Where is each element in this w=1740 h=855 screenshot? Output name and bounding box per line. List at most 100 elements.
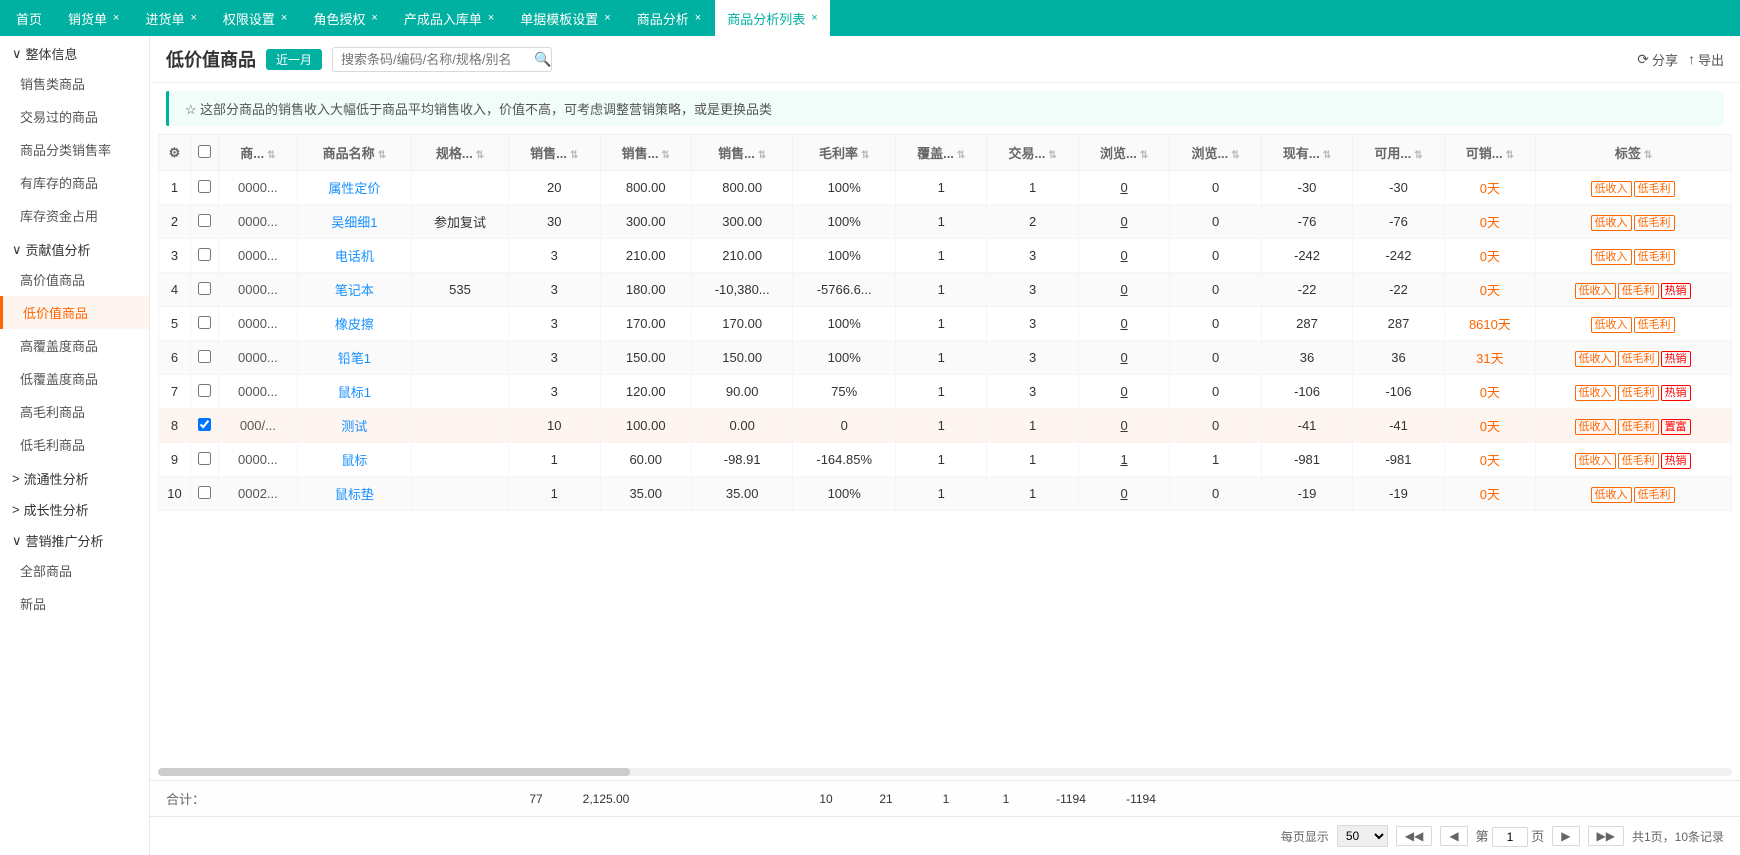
- col-settings[interactable]: ⚙: [159, 135, 191, 171]
- view1-link[interactable]: 0: [1120, 282, 1127, 297]
- sidebar-item-traded-goods[interactable]: 交易过的商品: [0, 100, 149, 133]
- cell-view1[interactable]: 0: [1078, 205, 1169, 239]
- cell-checkbox[interactable]: [191, 409, 219, 443]
- nav-templates[interactable]: 单据模板设置 ×: [508, 0, 622, 36]
- cell-view1[interactable]: 0: [1078, 239, 1169, 273]
- page-number-input[interactable]: [1492, 827, 1528, 847]
- row-checkbox[interactable]: [198, 350, 211, 363]
- nav-sales[interactable]: 销货单 ×: [56, 0, 131, 36]
- cell-name[interactable]: 鼠标: [297, 443, 411, 477]
- share-button[interactable]: ⟳ 分享: [1637, 50, 1678, 69]
- nav-analysis-list[interactable]: 商品分析列表 ×: [715, 0, 829, 36]
- horizontal-scrollbar[interactable]: [158, 768, 1732, 776]
- export-button[interactable]: ↑ 导出: [1688, 50, 1724, 69]
- row-checkbox[interactable]: [198, 452, 211, 465]
- nav-permissions-close[interactable]: ×: [281, 12, 287, 24]
- view1-link[interactable]: 0: [1120, 384, 1127, 399]
- cell-name[interactable]: 铅笔1: [297, 341, 411, 375]
- cell-name[interactable]: 属性定价: [297, 171, 411, 205]
- prev-page-button[interactable]: ◀: [1440, 826, 1467, 846]
- nav-permissions[interactable]: 权限设置 ×: [211, 0, 299, 36]
- sidebar-item-low-value[interactable]: 低价值商品: [0, 296, 149, 329]
- cell-view1[interactable]: 0: [1078, 409, 1169, 443]
- sidebar-group-marketing[interactable]: ∨ 营销推广分析: [0, 523, 149, 554]
- row-checkbox[interactable]: [198, 180, 211, 193]
- row-checkbox[interactable]: [198, 316, 211, 329]
- first-page-button[interactable]: ◀◀: [1396, 826, 1432, 846]
- cell-view1[interactable]: 0: [1078, 307, 1169, 341]
- nav-purchase-close[interactable]: ×: [190, 12, 196, 24]
- view1-link[interactable]: 1: [1120, 452, 1127, 467]
- row-checkbox[interactable]: [198, 214, 211, 227]
- sidebar-group-overall[interactable]: ∨ 整体信息: [0, 36, 149, 67]
- cell-name[interactable]: 鼠标垫: [297, 477, 411, 511]
- sidebar-item-high-margin[interactable]: 高毛利商品: [0, 395, 149, 428]
- next-page-button[interactable]: ▶: [1552, 826, 1579, 846]
- view1-link[interactable]: 0: [1120, 248, 1127, 263]
- cell-view1[interactable]: 0: [1078, 341, 1169, 375]
- nav-home[interactable]: 首页: [4, 0, 54, 36]
- nav-analysis-list-close[interactable]: ×: [811, 12, 817, 24]
- nav-analysis-close[interactable]: ×: [695, 12, 701, 24]
- cell-checkbox[interactable]: [191, 239, 219, 273]
- sidebar-item-new-goods[interactable]: 新品: [0, 587, 149, 620]
- cell-name[interactable]: 测试: [297, 409, 411, 443]
- sidebar-item-low-margin[interactable]: 低毛利商品: [0, 428, 149, 461]
- view1-link[interactable]: 0: [1120, 350, 1127, 365]
- sidebar-item-all-goods[interactable]: 全部商品: [0, 554, 149, 587]
- nav-roles[interactable]: 角色授权 ×: [301, 0, 389, 36]
- select-all-checkbox[interactable]: [198, 145, 211, 158]
- last-page-button[interactable]: ▶▶: [1588, 826, 1624, 846]
- period-button[interactable]: 近一月: [266, 49, 322, 70]
- sidebar-group-growth[interactable]: > 成长性分析: [0, 492, 149, 523]
- cell-view1[interactable]: 0: [1078, 171, 1169, 205]
- cell-view1[interactable]: 0: [1078, 477, 1169, 511]
- sidebar-item-high-coverage[interactable]: 高覆盖度商品: [0, 329, 149, 362]
- row-checkbox[interactable]: [198, 486, 211, 499]
- nav-templates-close[interactable]: ×: [604, 12, 610, 24]
- cell-checkbox[interactable]: [191, 205, 219, 239]
- search-input[interactable]: [332, 47, 552, 72]
- view1-link[interactable]: 0: [1120, 214, 1127, 229]
- cell-view1[interactable]: 1: [1078, 443, 1169, 477]
- cell-checkbox[interactable]: [191, 307, 219, 341]
- nav-products[interactable]: 产成品入库单 ×: [392, 0, 506, 36]
- view1-link[interactable]: 0: [1120, 180, 1127, 195]
- search-icon[interactable]: 🔍: [534, 51, 551, 68]
- nav-roles-close[interactable]: ×: [371, 12, 377, 24]
- nav-products-close[interactable]: ×: [488, 12, 494, 24]
- cell-name[interactable]: 笔记本: [297, 273, 411, 307]
- cell-view1[interactable]: 0: [1078, 273, 1169, 307]
- cell-name[interactable]: 鼠标1: [297, 375, 411, 409]
- cell-checkbox[interactable]: [191, 341, 219, 375]
- cell-checkbox[interactable]: [191, 443, 219, 477]
- row-checkbox[interactable]: [198, 418, 211, 431]
- view1-link[interactable]: 0: [1120, 486, 1127, 501]
- page-size-select[interactable]: 50 100 200: [1337, 825, 1388, 847]
- cell-name[interactable]: 电话机: [297, 239, 411, 273]
- view1-link[interactable]: 0: [1120, 316, 1127, 331]
- cell-name[interactable]: 橡皮擦: [297, 307, 411, 341]
- nav-sales-close[interactable]: ×: [113, 12, 119, 24]
- cell-checkbox[interactable]: [191, 171, 219, 205]
- gear-icon[interactable]: ⚙: [169, 145, 181, 160]
- col-checkbox[interactable]: [191, 135, 219, 171]
- sidebar-item-high-value[interactable]: 高价值商品: [0, 263, 149, 296]
- cell-view1[interactable]: 0: [1078, 375, 1169, 409]
- sidebar-item-category-rate[interactable]: 商品分类销售率: [0, 133, 149, 166]
- row-checkbox[interactable]: [198, 248, 211, 261]
- cell-checkbox[interactable]: [191, 477, 219, 511]
- row-checkbox[interactable]: [198, 384, 211, 397]
- nav-analysis[interactable]: 商品分析 ×: [625, 0, 713, 36]
- cell-checkbox[interactable]: [191, 273, 219, 307]
- cell-checkbox[interactable]: [191, 375, 219, 409]
- sidebar-item-inventory-capital[interactable]: 库存资金占用: [0, 199, 149, 232]
- view1-link[interactable]: 0: [1120, 418, 1127, 433]
- sidebar-item-inventory-goods[interactable]: 有库存的商品: [0, 166, 149, 199]
- sidebar-item-sales-goods[interactable]: 销售类商品: [0, 67, 149, 100]
- row-checkbox[interactable]: [198, 282, 211, 295]
- sidebar-item-low-coverage[interactable]: 低覆盖度商品: [0, 362, 149, 395]
- nav-purchase[interactable]: 进货单 ×: [133, 0, 208, 36]
- sidebar-group-liquidity[interactable]: > 流通性分析: [0, 461, 149, 492]
- cell-name[interactable]: 吴细细1: [297, 205, 411, 239]
